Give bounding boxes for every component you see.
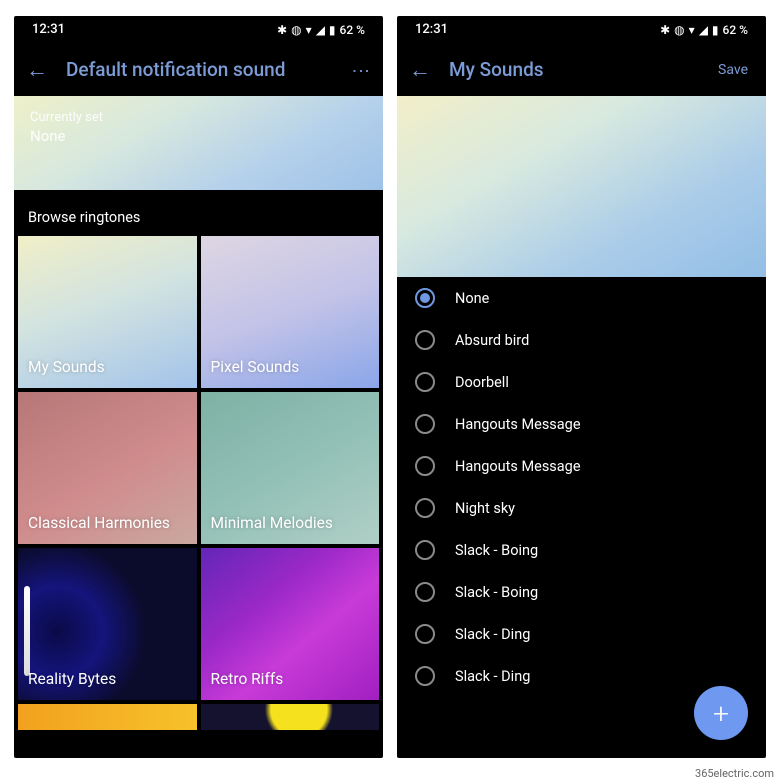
sound-row[interactable]: Hangouts Message	[397, 445, 766, 487]
preview-panel	[397, 96, 766, 277]
battery-text: 62 %	[723, 23, 748, 37]
radio-icon[interactable]	[415, 456, 435, 476]
sound-label: Hangouts Message	[455, 458, 581, 475]
watermark: 365electric.com	[695, 767, 774, 780]
page-title: My Sounds	[449, 58, 700, 81]
currently-set-label: Currently set	[30, 110, 367, 125]
tile-classical-harmonies[interactable]: Classical Harmonies	[18, 392, 197, 544]
tile-label: Minimal Melodies	[211, 514, 333, 532]
radio-selected-icon[interactable]	[415, 288, 435, 308]
sound-row[interactable]: Slack - Ding	[397, 613, 766, 655]
clock: 12:31	[415, 22, 448, 37]
battery-text: 62 %	[340, 23, 365, 37]
wifi-icon: ▾	[306, 23, 312, 37]
back-button[interactable]: ←	[409, 57, 431, 83]
sound-label: Slack - Boing	[455, 584, 538, 601]
save-button[interactable]: Save	[718, 62, 754, 78]
sound-row[interactable]: Absurd bird	[397, 319, 766, 361]
app-bar: ← My Sounds Save	[397, 43, 766, 96]
vibrate-icon: ◍	[674, 23, 684, 37]
tile-label: Classical Harmonies	[28, 514, 170, 532]
radio-icon[interactable]	[415, 624, 435, 644]
phone-right: 12:31 ✱ ◍ ▾ ◢ ▮ 62 % ← My Sounds Save No…	[397, 16, 766, 758]
radio-icon[interactable]	[415, 372, 435, 392]
sound-label: Slack - Ding	[455, 626, 530, 643]
currently-set-panel[interactable]: Currently set None	[14, 96, 383, 190]
tile-retro-riffs[interactable]: Retro Riffs	[201, 548, 380, 700]
sound-label: Slack - Boing	[455, 542, 538, 559]
status-icons: ✱ ◍ ▾ ◢ ▮ 62 %	[660, 23, 748, 37]
sound-list[interactable]: None Absurd bird Doorbell Hangouts Messa…	[397, 277, 766, 758]
phone-left: 12:31 ✱ ◍ ▾ ◢ ▮ 62 % ← Default notificat…	[14, 16, 383, 758]
signal-icon: ◢	[699, 23, 708, 37]
sound-row[interactable]: Slack - Boing	[397, 529, 766, 571]
signal-icon: ◢	[316, 23, 325, 37]
app-bar: ← Default notification sound ⋮	[14, 43, 383, 96]
add-sound-fab[interactable]: +	[694, 686, 748, 740]
sound-row[interactable]: Doorbell	[397, 361, 766, 403]
tile-reality-bytes[interactable]: Reality Bytes	[18, 548, 197, 700]
category-grid-partial	[14, 700, 383, 730]
tile-label: Reality Bytes	[28, 670, 116, 688]
tile-label: My Sounds	[28, 358, 105, 376]
battery-icon: ▮	[329, 23, 336, 37]
tile-label: Retro Riffs	[211, 670, 284, 688]
back-button[interactable]: ←	[26, 57, 48, 83]
currently-set-value: None	[30, 127, 367, 145]
bluetooth-icon: ✱	[277, 23, 287, 37]
status-icons: ✱ ◍ ▾ ◢ ▮ 62 %	[277, 23, 365, 37]
vibrate-icon: ◍	[291, 23, 301, 37]
sound-row[interactable]: Slack - Boing	[397, 571, 766, 613]
status-bar: 12:31 ✱ ◍ ▾ ◢ ▮ 62 %	[397, 16, 766, 43]
tile-minimal-melodies[interactable]: Minimal Melodies	[201, 392, 380, 544]
bluetooth-icon: ✱	[660, 23, 670, 37]
radio-icon[interactable]	[415, 330, 435, 350]
category-grid: My Sounds Pixel Sounds Classical Harmoni…	[14, 236, 383, 700]
tile-pixel-sounds[interactable]: Pixel Sounds	[201, 236, 380, 388]
tile-label: Pixel Sounds	[211, 358, 300, 376]
radio-icon[interactable]	[415, 540, 435, 560]
radio-icon[interactable]	[415, 498, 435, 518]
sound-label: Night sky	[455, 500, 515, 517]
tile-partial-1[interactable]	[18, 704, 197, 730]
tile-partial-2[interactable]	[201, 704, 380, 730]
sound-row[interactable]: Night sky	[397, 487, 766, 529]
sound-row[interactable]: Hangouts Message	[397, 403, 766, 445]
radio-icon[interactable]	[415, 582, 435, 602]
page-title: Default notification sound	[66, 58, 332, 81]
plus-icon: +	[713, 697, 729, 730]
sound-label: Absurd bird	[455, 332, 529, 349]
sound-row-none[interactable]: None	[397, 277, 766, 319]
radio-icon[interactable]	[415, 414, 435, 434]
battery-icon: ▮	[712, 23, 719, 37]
status-bar: 12:31 ✱ ◍ ▾ ◢ ▮ 62 %	[14, 16, 383, 43]
sound-label: Doorbell	[455, 374, 509, 391]
clock: 12:31	[32, 22, 65, 37]
sound-label: Hangouts Message	[455, 416, 581, 433]
tile-my-sounds[interactable]: My Sounds	[18, 236, 197, 388]
overflow-menu-button[interactable]: ⋮	[350, 62, 371, 78]
browse-ringtones-header: Browse ringtones	[14, 190, 383, 236]
sound-label: None	[455, 290, 489, 307]
sound-label: Slack - Ding	[455, 668, 530, 685]
wifi-icon: ▾	[689, 23, 695, 37]
radio-icon[interactable]	[415, 666, 435, 686]
